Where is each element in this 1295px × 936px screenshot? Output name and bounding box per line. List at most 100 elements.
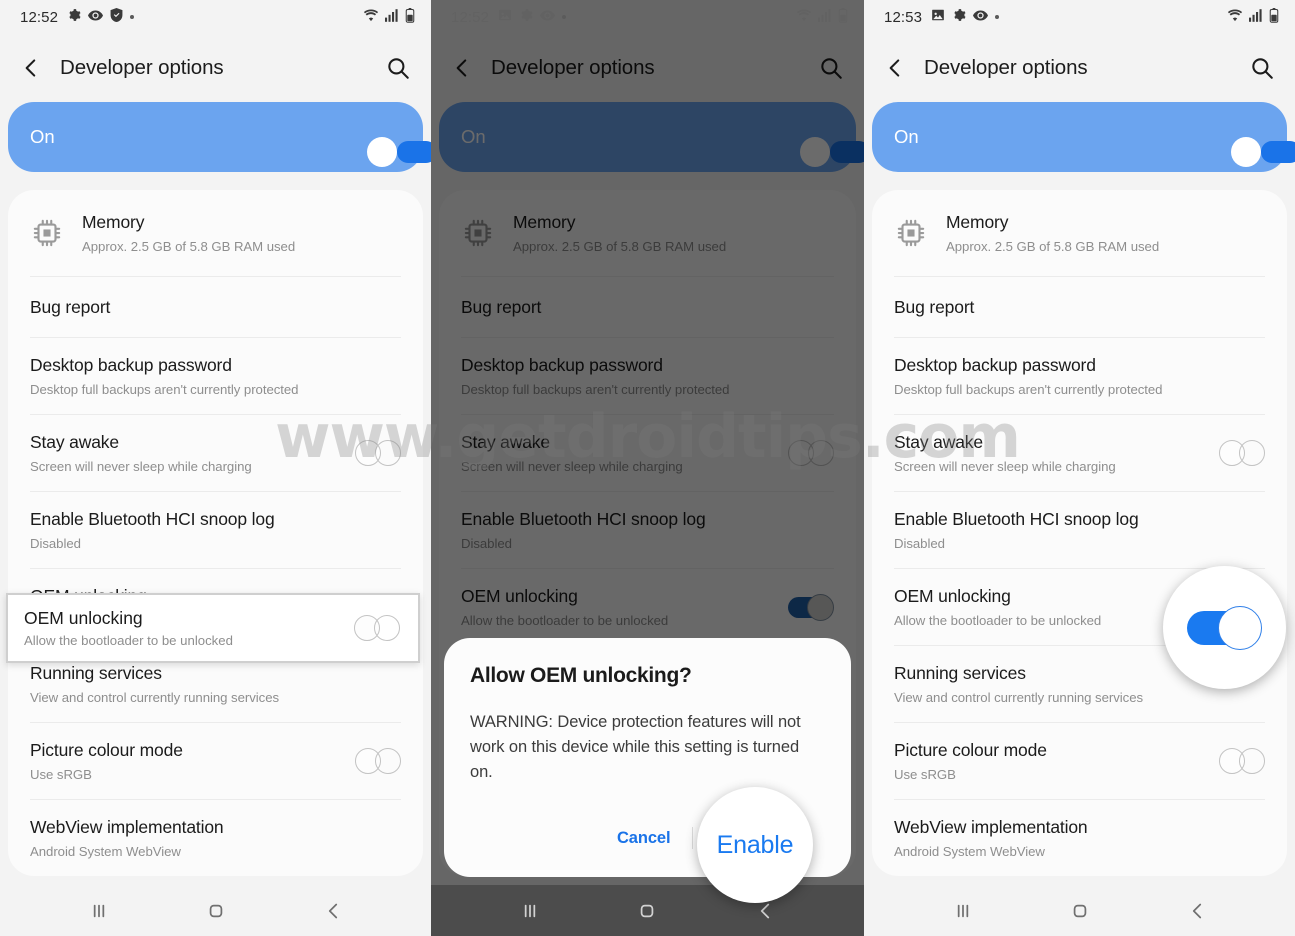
action-bar: Developer options (0, 34, 431, 102)
navigation-bar (0, 885, 431, 936)
gear-icon (67, 8, 81, 26)
list-item-webview-implementation[interactable]: WebView implementation Android System We… (8, 800, 423, 876)
status-time: 12:52 (20, 8, 59, 26)
list-item-title: Desktop backup password (30, 355, 232, 376)
picture-colour-mode-toggle[interactable] (1219, 747, 1265, 775)
developer-options-master-toggle-row[interactable]: On (8, 102, 431, 172)
list-item-desktop-backup-password[interactable]: Desktop backup password Desktop full bac… (8, 338, 423, 414)
list-item-title: WebView implementation (30, 817, 224, 838)
list-item-subtitle: Desktop full backups aren't currently pr… (30, 381, 299, 397)
dialog-body: WARNING: Device protection features will… (470, 713, 801, 782)
status-bar: 12:52 (0, 0, 431, 34)
list-item-title: Enable Bluetooth HCI snoop log (894, 509, 1139, 530)
list-item-title: WebView implementation (894, 817, 1088, 838)
search-icon[interactable] (385, 55, 411, 81)
list-item-title: Bug report (30, 296, 111, 317)
developer-options-master-toggle-row[interactable]: On (872, 102, 1295, 172)
back-icon[interactable] (1184, 898, 1210, 924)
settings-card: Memory Approx. 2.5 GB of 5.8 GB RAM used… (8, 190, 423, 876)
recents-icon[interactable] (950, 898, 976, 924)
list-item-subtitle: View and control currently running servi… (30, 689, 280, 705)
enable-button-magnified-label[interactable]: Enable (717, 831, 794, 860)
list-item-subtitle: Screen will never sleep while charging (894, 458, 1116, 474)
list-item-bluetooth-hci-snoop-log[interactable]: Enable Bluetooth HCI snoop log Disabled (872, 492, 1287, 568)
status-left-icons (67, 8, 135, 26)
list-item-memory[interactable]: Memory Approx. 2.5 GB of 5.8 GB RAM used (8, 190, 423, 276)
list-item-stay-awake[interactable]: Stay awake Screen will never sleep while… (8, 415, 423, 491)
page-title: Developer options (60, 56, 224, 79)
panel-1: 12:52 Developer options On Memory Approx… (0, 0, 431, 936)
action-bar: Developer options (864, 34, 1295, 102)
dot-icon (995, 15, 1000, 19)
list-item-memory[interactable]: Memory Approx. 2.5 GB of 5.8 GB RAM used (872, 190, 1287, 276)
list-item-picture-colour-mode[interactable]: Picture colour mode Use sRGB (8, 723, 423, 799)
image-icon (931, 8, 945, 26)
eye-icon (973, 9, 989, 25)
list-item-webview-implementation[interactable]: WebView implementation Android System We… (872, 800, 1287, 876)
home-icon[interactable] (203, 898, 229, 924)
highlight-subtitle: Allow the bootloader to be unlocked (24, 633, 233, 648)
status-right-icons (363, 7, 415, 27)
list-item-subtitle: Approx. 2.5 GB of 5.8 GB RAM used (82, 238, 296, 254)
list-item-subtitle: Disabled (894, 535, 945, 551)
list-item-title: Enable Bluetooth HCI snoop log (30, 509, 275, 530)
navigation-bar (864, 885, 1295, 936)
recents-icon[interactable] (86, 898, 112, 924)
list-item-subtitle: Desktop full backups aren't currently pr… (894, 381, 1163, 397)
master-toggle-label: On (894, 126, 919, 147)
list-item-title: Picture colour mode (894, 740, 1047, 761)
stay-awake-toggle[interactable] (355, 439, 401, 467)
wifi-icon (363, 8, 379, 26)
eye-icon (88, 9, 104, 25)
list-item-bug-report[interactable]: Bug report (872, 277, 1287, 337)
home-icon[interactable] (1067, 898, 1093, 924)
list-item-bluetooth-hci-snoop-log[interactable]: Enable Bluetooth HCI snoop log Disabled (8, 492, 423, 568)
chip-icon (30, 216, 64, 250)
recents-icon[interactable] (517, 898, 543, 924)
panel-3: 12:53 Developer options On Memory Approx… (864, 0, 1295, 936)
list-item-title: Desktop backup password (894, 355, 1096, 376)
list-item-subtitle: Android System WebView (894, 843, 1045, 859)
oem-unlocking-highlight-box[interactable]: OEM unlocking Allow the bootloader to be… (6, 593, 420, 663)
page-title: Developer options (924, 56, 1088, 79)
list-item-title: Picture colour mode (30, 740, 183, 761)
home-icon[interactable] (634, 898, 660, 924)
status-time: 12:53 (884, 8, 923, 26)
list-item-subtitle: Screen will never sleep while charging (30, 458, 252, 474)
list-item-subtitle: Use sRGB (30, 766, 92, 782)
picture-colour-mode-toggle[interactable] (355, 747, 401, 775)
status-left-icons (931, 8, 1000, 26)
signal-icon (1249, 8, 1263, 26)
list-item-subtitle: View and control currently running servi… (894, 689, 1144, 705)
enable-button-magnifier[interactable]: Enable (697, 787, 813, 903)
stay-awake-toggle[interactable] (1219, 439, 1265, 467)
navigation-bar (431, 885, 864, 936)
battery-icon (405, 7, 415, 27)
list-item-title: Memory (82, 212, 145, 233)
list-item-title: Bug report (894, 296, 975, 317)
panel-2: 12:52 (431, 0, 864, 936)
list-item-title: Stay awake (30, 432, 119, 453)
chip-icon (894, 216, 928, 250)
shield-icon (110, 8, 123, 26)
oem-unlocking-toggle-magnifier[interactable] (1163, 566, 1286, 689)
oem-unlocking-toggle-highlighted[interactable] (354, 614, 400, 642)
status-right-icons (1227, 7, 1279, 27)
list-item-stay-awake[interactable]: Stay awake Screen will never sleep while… (872, 415, 1287, 491)
status-bar: 12:53 (864, 0, 1295, 34)
cancel-button[interactable]: Cancel (595, 829, 693, 848)
back-chevron-icon[interactable] (18, 55, 44, 81)
gear-icon (952, 8, 966, 26)
search-icon[interactable] (1249, 55, 1275, 81)
list-item-title: Running services (30, 663, 162, 684)
oem-unlocking-toggle-magnified[interactable] (1187, 605, 1262, 650)
list-item-desktop-backup-password[interactable]: Desktop backup password Desktop full bac… (872, 338, 1287, 414)
list-item-bug-report[interactable]: Bug report (8, 277, 423, 337)
list-item-subtitle: Android System WebView (30, 843, 181, 859)
list-item-picture-colour-mode[interactable]: Picture colour mode Use sRGB (872, 723, 1287, 799)
settings-card: Memory Approx. 2.5 GB of 5.8 GB RAM used… (872, 190, 1287, 876)
back-icon[interactable] (320, 898, 346, 924)
list-item-subtitle: Approx. 2.5 GB of 5.8 GB RAM used (946, 238, 1160, 254)
back-chevron-icon[interactable] (882, 55, 908, 81)
list-item-title: Memory (946, 212, 1009, 233)
